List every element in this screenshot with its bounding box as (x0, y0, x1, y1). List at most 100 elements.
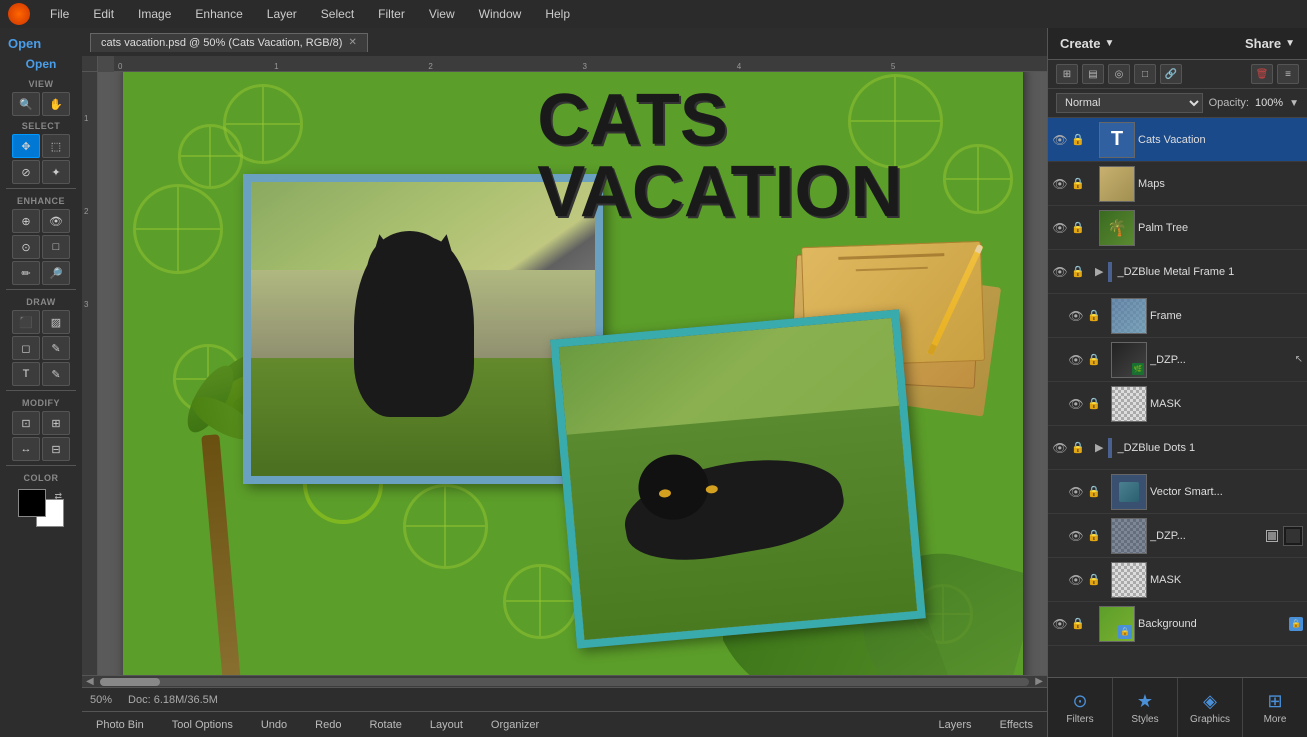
layer-item-dzblue-frame-group[interactable]: 👁 🔒 ▶ _DZBlue Metal Frame 1 (1048, 250, 1307, 294)
layer-link-button[interactable]: 🔗 (1160, 64, 1182, 84)
layout-button[interactable]: Layout (424, 717, 469, 733)
layer-lock-bg[interactable]: 🔒 (1071, 616, 1085, 632)
clone-tool[interactable]: ⊙ (12, 235, 40, 259)
layer-item-dzp1[interactable]: 👁 🔒 🌿 _DZP... ↖ (1048, 338, 1307, 382)
layer-item-vector-smart[interactable]: 👁 🔒 Vector Smart... (1048, 470, 1307, 514)
stamp-tool[interactable]: □ (42, 235, 70, 259)
layer-eye-frame-group[interactable]: 👁 (1052, 264, 1068, 280)
layer-item-frame[interactable]: 👁 🔒 Frame (1048, 294, 1307, 338)
magic-wand-tool[interactable]: ✦ (42, 160, 70, 184)
effects-button[interactable]: Effects (994, 717, 1039, 733)
menu-image[interactable]: Image (134, 5, 175, 23)
content-tool[interactable]: ⊟ (42, 437, 70, 461)
layer-eye-vector[interactable]: 👁 (1068, 484, 1084, 500)
layer-item-dzblue-dots-group[interactable]: 👁 🔒 ▶ _DZBlue Dots 1 (1048, 426, 1307, 470)
gradient-tool[interactable]: ▨ (42, 310, 70, 334)
layer-menu-button[interactable]: ≡ (1277, 64, 1299, 84)
layer-eye-dzp1[interactable]: 👁 (1068, 352, 1084, 368)
layer-eye-dots-group[interactable]: 👁 (1052, 440, 1068, 456)
opacity-arrow[interactable]: ▼ (1289, 98, 1299, 109)
layer-lock-dzp2[interactable]: 🔒 (1087, 528, 1101, 544)
red-eye-tool[interactable]: 👁 (42, 209, 70, 233)
layer-adjustment-button[interactable]: ◎ (1108, 64, 1130, 84)
close-document-button[interactable]: ✕ (348, 37, 356, 48)
brush-tool[interactable]: ✏ (12, 261, 40, 285)
layer-item-maps[interactable]: 👁 🔒 Maps (1048, 162, 1307, 206)
menu-filter[interactable]: Filter (374, 5, 409, 23)
scroll-thumb-h[interactable] (100, 678, 160, 686)
foreground-color[interactable] (18, 489, 46, 517)
type-tool[interactable]: T (12, 362, 40, 386)
share-button[interactable]: Share ▼ (1245, 36, 1295, 51)
layers-list[interactable]: 👁 🔒 T Cats Vacation 👁 🔒 Maps 👁 🔒 (1048, 118, 1307, 677)
organizer-button[interactable]: Organizer (485, 717, 545, 733)
layer-lock-dots-group[interactable]: 🔒 (1071, 440, 1085, 456)
layer-delete-button[interactable]: 🗑 (1251, 64, 1273, 84)
layer-item-cats-vacation[interactable]: 👁 🔒 T Cats Vacation (1048, 118, 1307, 162)
opacity-value[interactable]: 100% (1255, 97, 1283, 109)
layer-eye-bg[interactable]: 👁 (1052, 616, 1068, 632)
layer-lock-maps[interactable]: 🔒 (1071, 176, 1085, 192)
scroll-left-arrow[interactable]: ◀ (82, 676, 98, 687)
layer-kind-button[interactable]: ⊞ (1056, 64, 1078, 84)
tool-options-button[interactable]: Tool Options (166, 717, 239, 733)
layer-item-mask1[interactable]: 👁 🔒 MASK (1048, 382, 1307, 426)
menu-view[interactable]: View (425, 5, 459, 23)
layer-lock-vector[interactable]: 🔒 (1087, 484, 1101, 500)
layer-item-dzp2[interactable]: 👁 🔒 _DZP... (1048, 514, 1307, 558)
scroll-right-arrow[interactable]: ▶ (1031, 676, 1047, 687)
more-tab[interactable]: ⊞ More (1243, 678, 1307, 737)
recompose-tool[interactable]: ⊞ (42, 411, 70, 435)
layer-eye-dzp2[interactable]: 👁 (1068, 528, 1084, 544)
layer-eye-frame[interactable]: 👁 (1068, 308, 1084, 324)
zoom-tool[interactable]: 🔍 (12, 92, 40, 116)
lasso-tool[interactable]: ⊘ (12, 160, 40, 184)
layer-lock-mask1[interactable]: 🔒 (1087, 396, 1101, 412)
photo-bin-button[interactable]: Photo Bin (90, 717, 150, 733)
layer-lock-frame[interactable]: 🔒 (1087, 308, 1101, 324)
hand-tool[interactable]: ✋ (42, 92, 70, 116)
redo-button[interactable]: Redo (309, 717, 347, 733)
menu-file[interactable]: File (46, 5, 73, 23)
layer-eye-cats-vacation[interactable]: 👁 (1052, 132, 1068, 148)
menu-window[interactable]: Window (475, 5, 526, 23)
group-expand-icon[interactable]: ▶ (1095, 265, 1103, 278)
eraser-tool[interactable]: ◻ (12, 336, 40, 360)
create-button[interactable]: Create ▼ (1060, 36, 1114, 51)
open-button[interactable]: Open (0, 55, 82, 75)
straighten-tool[interactable]: ↔ (12, 437, 40, 461)
open-button[interactable]: Open (8, 36, 41, 51)
layer-mask-button[interactable]: □ (1134, 64, 1156, 84)
undo-button[interactable]: Undo (255, 717, 293, 733)
swap-colors[interactable]: ⇄ (54, 491, 62, 502)
scroll-track-h[interactable] (100, 678, 1030, 686)
menu-layer[interactable]: Layer (263, 5, 301, 23)
layer-lock-dzp1[interactable]: 🔒 (1087, 352, 1101, 368)
layer-eye-mask1[interactable]: 👁 (1068, 396, 1084, 412)
menu-enhance[interactable]: Enhance (191, 5, 246, 23)
layer-lock-cats-vacation[interactable]: 🔒 (1071, 132, 1085, 148)
pencil-tool[interactable]: ✎ (42, 336, 70, 360)
layer-item-palm-tree[interactable]: 👁 🔒 🌴 Palm Tree (1048, 206, 1307, 250)
dots-group-expand-icon[interactable]: ▶ (1095, 441, 1103, 454)
menu-help[interactable]: Help (541, 5, 574, 23)
crop-tool[interactable]: ⊡ (12, 411, 40, 435)
layer-eye-maps[interactable]: 👁 (1052, 176, 1068, 192)
layer-item-background[interactable]: 👁 🔒 🔒 Background 🔒 (1048, 602, 1307, 646)
layer-group-button[interactable]: ▤ (1082, 64, 1104, 84)
rotate-button[interactable]: Rotate (363, 717, 407, 733)
layer-lock-frame-group[interactable]: 🔒 (1071, 264, 1085, 280)
eyedropper-enhance-tool[interactable]: ⊕ (12, 209, 40, 233)
layer-eye-palm[interactable]: 👁 (1052, 220, 1068, 236)
layer-lock-palm[interactable]: 🔒 (1071, 220, 1085, 236)
layers-button[interactable]: Layers (933, 717, 978, 733)
move-tool[interactable]: ✥ (12, 134, 40, 158)
document-tab[interactable]: cats vacation.psd @ 50% (Cats Vacation, … (90, 33, 368, 52)
layer-lock-mask2[interactable]: 🔒 (1087, 572, 1101, 588)
shape-tool[interactable]: ✎ (42, 362, 70, 386)
menu-edit[interactable]: Edit (89, 5, 118, 23)
blur-tool[interactable]: 🔎 (42, 261, 70, 285)
marquee-tool[interactable]: ⬚ (42, 134, 70, 158)
menu-select[interactable]: Select (317, 5, 358, 23)
filters-tab[interactable]: ⊙ Filters (1048, 678, 1113, 737)
